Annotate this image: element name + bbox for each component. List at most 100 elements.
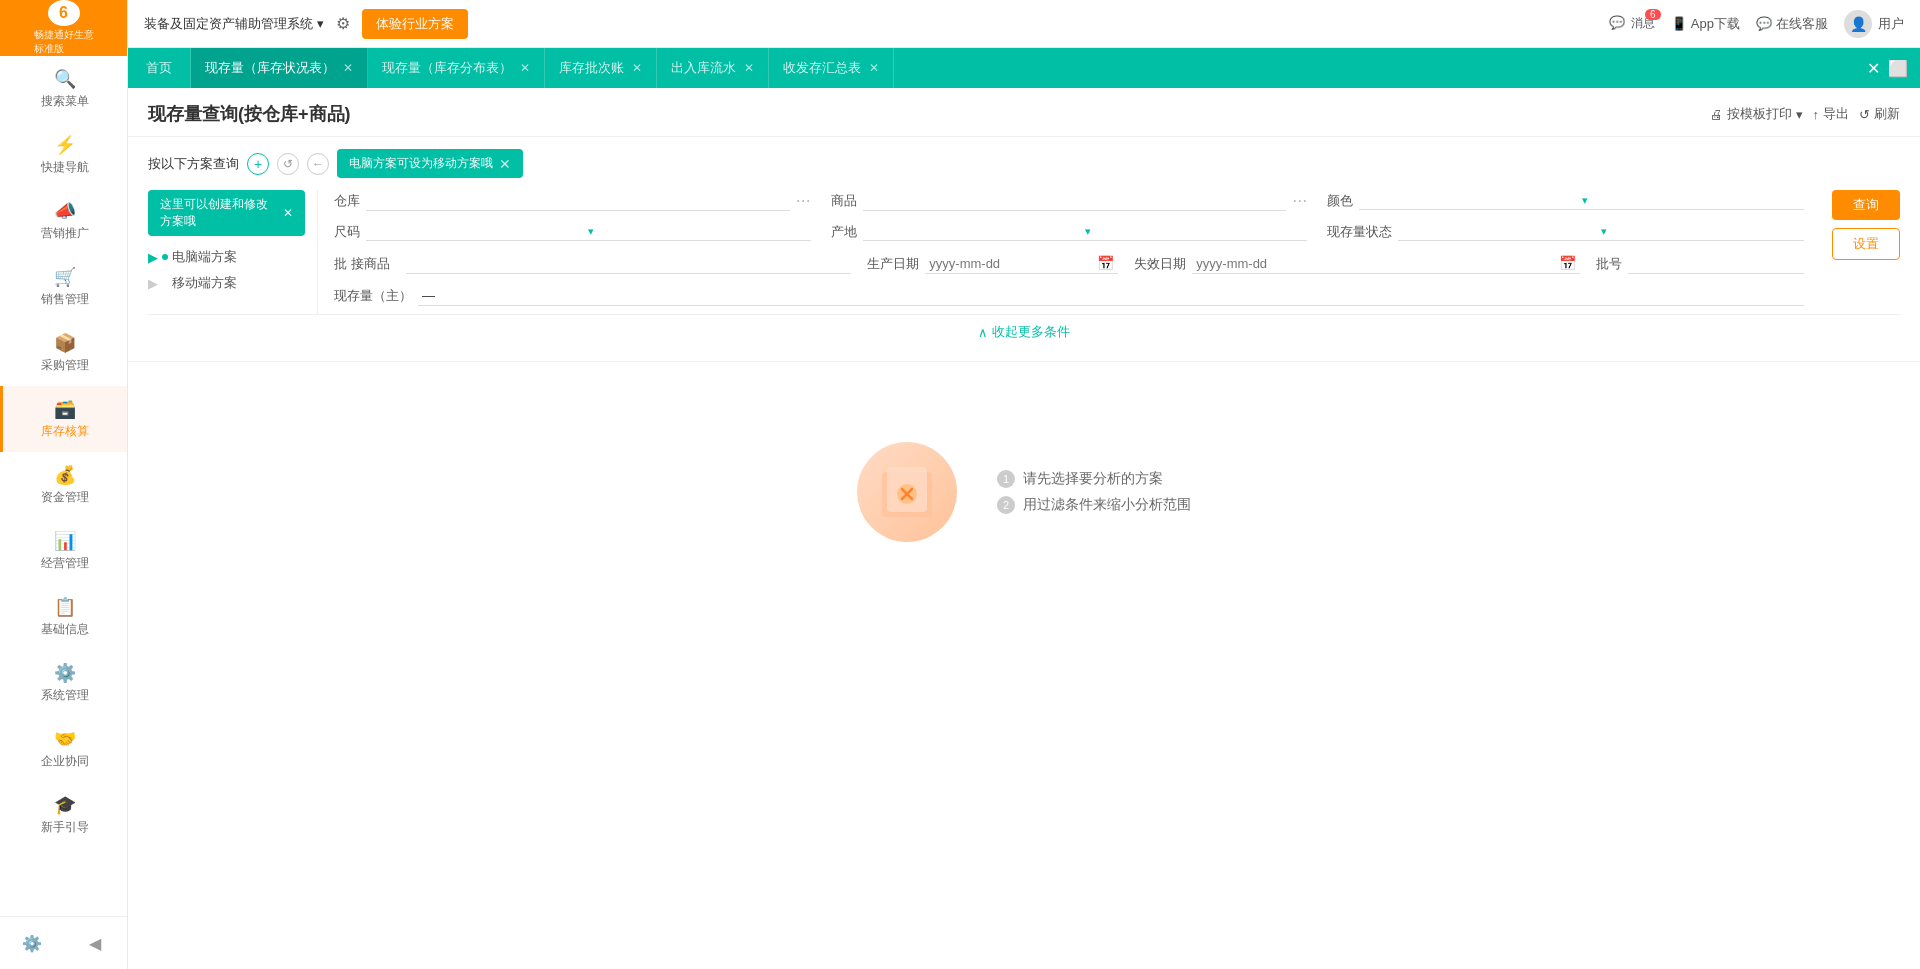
tab-inventory-dist[interactable]: 现存量（库存分布表） ✕ <box>368 48 545 88</box>
sidebar-item-basic[interactable]: 📋 基础信息 <box>0 584 127 650</box>
collapse-btn[interactable]: ∧ 收起更多条件 <box>148 314 1900 349</box>
tab-close-batch-account[interactable]: ✕ <box>632 61 642 75</box>
set-btn[interactable]: 设置 <box>1832 228 1900 260</box>
expire-date-wrap[interactable]: 📅 <box>1192 253 1580 274</box>
back-scheme-btn[interactable]: ← <box>307 153 329 175</box>
expire-date-cal-icon[interactable]: 📅 <box>1559 255 1576 271</box>
batch-goods-input-wrap[interactable] <box>406 254 852 274</box>
system-icon: ⚙️ <box>54 662 76 684</box>
header-gear-icon[interactable]: ⚙ <box>336 14 350 33</box>
stock-main-input[interactable] <box>422 288 1800 303</box>
warehouse-label: 仓库 <box>334 192 360 210</box>
trial-button[interactable]: 体验行业方案 <box>362 9 468 39</box>
export-btn[interactable]: ↑ 导出 <box>1813 105 1850 123</box>
stock-status-field: 现存量状态 ▾ <box>1327 223 1804 241</box>
stock-status-select[interactable]: ▾ <box>1398 223 1804 241</box>
sidebar-item-purchase[interactable]: 📦 采购管理 <box>0 320 127 386</box>
warehouse-input[interactable] <box>370 193 786 208</box>
tab-close-inout-flow[interactable]: ✕ <box>744 61 754 75</box>
stock-status-caret-icon: ▾ <box>1601 225 1800 238</box>
tab-batch-account[interactable]: 库存批次账 ✕ <box>545 48 657 88</box>
color-field: 颜色 ▾ <box>1327 192 1804 210</box>
filter-main: 这里可以创建和修改方案哦 ✕ ▶ 电脑端方案 ▶ 移动端方案 <box>148 190 1900 314</box>
scheme-mobile[interactable]: ▶ 移动端方案 <box>148 270 305 296</box>
sidebar-settings-btn[interactable]: ⚙️ <box>14 925 50 961</box>
tooltip-close-2[interactable]: ✕ <box>283 206 293 220</box>
filter-area: 按以下方案查询 + ↺ ← 电脑方案可设为移动方案哦 ✕ 这里可以创建和修改方案… <box>128 137 1920 362</box>
template-dropdown-icon: ▾ <box>1796 107 1803 122</box>
message-btn[interactable]: 💬 6 消息 <box>1609 15 1655 32</box>
goods-field: 商品 ··· <box>831 190 1308 211</box>
scheme-pc-arrow: ▶ <box>148 250 158 265</box>
sidebar-item-sales[interactable]: 🛒 销售管理 <box>0 254 127 320</box>
color-select[interactable]: ▾ <box>1359 192 1804 210</box>
empty-svg <box>867 452 947 532</box>
empty-state: 1 请先选择要分析的方案 2 用过滤条件来缩小分析范围 <box>128 362 1920 622</box>
sidebar-item-search[interactable]: 🔍 搜索菜单 <box>0 56 127 122</box>
batch-no-input-wrap[interactable] <box>1628 254 1804 274</box>
page-header: 现存量查询(按仓库+商品) 🖨 按模板打印 ▾ ↑ 导出 ↺ 刷新 <box>128 88 1920 137</box>
warehouse-input-wrap[interactable] <box>366 191 790 211</box>
content-area: 现存量查询(按仓库+商品) 🖨 按模板打印 ▾ ↑ 导出 ↺ 刷新 <box>128 88 1920 969</box>
search-btn[interactable]: 查询 <box>1832 190 1900 220</box>
sidebar-item-company[interactable]: 🤝 企业协同 <box>0 716 127 782</box>
tab-bar: 首页 现存量（库存状况表） ✕ 现存量（库存分布表） ✕ 库存批次账 ✕ 出入库… <box>128 48 1920 88</box>
produce-date-wrap[interactable]: 📅 <box>925 253 1118 274</box>
filter-header: 按以下方案查询 + ↺ ← 电脑方案可设为移动方案哦 ✕ <box>148 149 1900 178</box>
sidebar-item-guide[interactable]: 🎓 新手引导 <box>0 782 127 848</box>
tab-close-collect-summary[interactable]: ✕ <box>869 61 879 75</box>
sidebar-collapse-btn[interactable]: ◀ <box>77 925 113 961</box>
sidebar-item-inventory[interactable]: 🗃️ 库存核算 <box>0 386 127 452</box>
system-title[interactable]: 装备及固定资产辅助管理系统 ▾ <box>144 15 324 33</box>
tab-close-inventory-dist[interactable]: ✕ <box>520 61 530 75</box>
sidebar-item-operation[interactable]: 📊 经营管理 <box>0 518 127 584</box>
tab-home[interactable]: 首页 <box>128 48 191 88</box>
header-right: 💬 6 消息 📱 App下载 💬 在线客服 👤 用户 <box>1609 10 1904 38</box>
sidebar-item-finance[interactable]: 💰 资金管理 <box>0 452 127 518</box>
sidebar-item-marketing[interactable]: 📣 营销推广 <box>0 188 127 254</box>
stock-main-input-wrap[interactable] <box>418 286 1804 306</box>
batch-no-input[interactable] <box>1632 256 1800 271</box>
goods-input[interactable] <box>867 193 1283 208</box>
tab-close-all-icon[interactable]: ✕ <box>1867 59 1880 78</box>
goods-input-wrap[interactable] <box>863 191 1287 211</box>
filter-row-1: 仓库 ··· 商品 ··· <box>334 190 1804 211</box>
produce-date-cal-icon[interactable]: 📅 <box>1097 255 1114 271</box>
tab-inout-flow[interactable]: 出入库流水 ✕ <box>657 48 769 88</box>
sidebar-item-system[interactable]: ⚙️ 系统管理 <box>0 650 127 716</box>
tab-bar-right: ✕ ⬜ <box>1855 59 1920 78</box>
filter-row-2: 尺码 ▾ 产地 ▾ <box>334 223 1804 241</box>
sidebar: 6 畅捷通好生意 标准版 🔍 搜索菜单 ⚡ 快捷导航 📣 营销推广 🛒 销售管理… <box>0 0 128 969</box>
print-icon: 🖨 <box>1710 107 1723 122</box>
app-download-btn[interactable]: 📱 App下载 <box>1671 15 1740 33</box>
produce-date-label: 生产日期 <box>867 255 919 273</box>
tab-maximize-icon[interactable]: ⬜ <box>1888 59 1908 78</box>
produce-date-input[interactable] <box>929 256 1097 271</box>
refresh-btn[interactable]: ↺ 刷新 <box>1859 105 1900 123</box>
tooltip-close-1[interactable]: ✕ <box>499 156 511 172</box>
tab-close-inventory-status[interactable]: ✕ <box>343 61 353 75</box>
warehouse-dots: ··· <box>796 190 811 211</box>
sidebar-item-quick-nav[interactable]: ⚡ 快捷导航 <box>0 122 127 188</box>
template-print-btn[interactable]: 🖨 按模板打印 ▾ <box>1710 105 1803 123</box>
expire-date-input[interactable] <box>1196 256 1559 271</box>
online-service-btn[interactable]: 💬 在线客服 <box>1756 15 1828 33</box>
batch-goods-label: 批 接商品 <box>334 255 390 273</box>
sidebar-nav: 🔍 搜索菜单 ⚡ 快捷导航 📣 营销推广 🛒 销售管理 📦 采购管理 🗃️ 库存… <box>0 56 127 916</box>
refresh-scheme-btn[interactable]: ↺ <box>277 153 299 175</box>
batch-goods-input[interactable] <box>410 256 848 271</box>
guide-icon: 🎓 <box>54 794 76 816</box>
origin-select[interactable]: ▾ <box>863 223 1308 241</box>
user-menu[interactable]: 👤 用户 <box>1844 10 1904 38</box>
page-actions: 🖨 按模板打印 ▾ ↑ 导出 ↺ 刷新 <box>1710 105 1901 123</box>
add-scheme-btn[interactable]: + <box>247 153 269 175</box>
sidebar-logo: 6 畅捷通好生意 标准版 <box>0 0 127 56</box>
tab-collect-summary[interactable]: 收发存汇总表 ✕ <box>769 48 894 88</box>
size-select[interactable]: ▾ <box>366 223 811 241</box>
tab-inventory-status[interactable]: 现存量（库存状况表） ✕ <box>191 48 368 88</box>
dropdown-arrow-icon: ▾ <box>317 16 324 31</box>
quick-nav-icon: ⚡ <box>54 134 76 156</box>
scheme-pc[interactable]: ▶ 电脑端方案 <box>148 244 305 270</box>
scheme-pc-dot <box>162 254 168 260</box>
stock-main-label: 现存量（主） <box>334 287 412 305</box>
